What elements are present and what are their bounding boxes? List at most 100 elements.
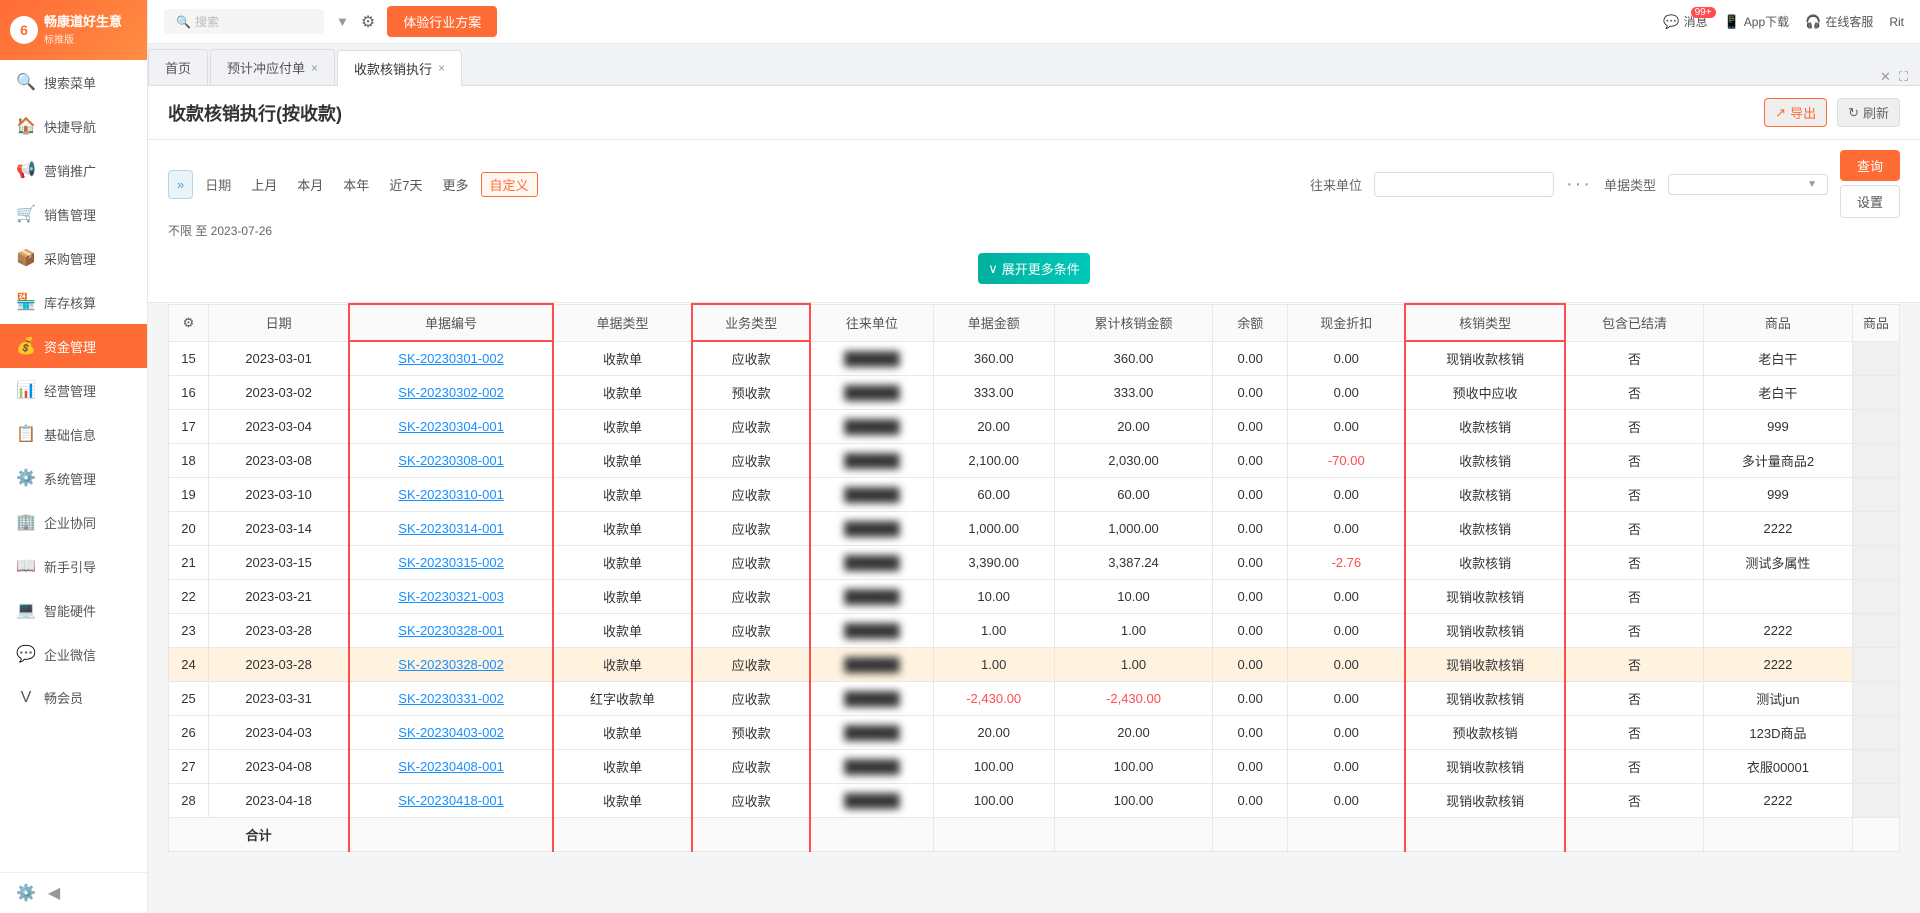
sidebar-icon-hardware: 💻 bbox=[16, 600, 36, 620]
partner-input[interactable] bbox=[1374, 172, 1554, 197]
tab-close-1[interactable]: × bbox=[311, 61, 318, 75]
cell-verify-type: 现销收款核销 bbox=[1405, 614, 1565, 648]
filter-area: » 日期 上月 本月 本年 近7天 更多 自定义 往来单位 ··· 单据类型 ▼ bbox=[148, 140, 1920, 303]
date-btn-this-month[interactable]: 本月 bbox=[289, 173, 331, 196]
gear-icon[interactable]: ⚙ bbox=[361, 12, 375, 32]
page-title: 收款核销执行(按收款) bbox=[168, 100, 342, 126]
doc-no-link[interactable]: SK-20230418-001 bbox=[398, 793, 504, 808]
cell-balance: 0.00 bbox=[1213, 546, 1288, 580]
industry-btn[interactable]: 体验行业方案 bbox=[387, 6, 497, 37]
export-button[interactable]: ↗ 导出 bbox=[1764, 98, 1827, 127]
cell-cum-amount: 1.00 bbox=[1054, 614, 1212, 648]
date-btn-more[interactable]: 更多 bbox=[435, 173, 477, 196]
sidebar-item-corp[interactable]: 🏢 企业协同 bbox=[0, 500, 147, 544]
sidebar-item-hardware[interactable]: 💻 智能硬件 bbox=[0, 588, 147, 632]
sidebar-item-search[interactable]: 🔍 搜索菜单 bbox=[0, 60, 147, 104]
sidebar-label-corp: 企业协同 bbox=[44, 513, 96, 532]
voucher-type-select[interactable]: ▼ bbox=[1668, 174, 1828, 195]
cell-balance: 0.00 bbox=[1213, 512, 1288, 546]
cell-biz-type: 应收款 bbox=[692, 580, 810, 614]
settings-icon[interactable]: ⚙️ bbox=[16, 883, 36, 903]
cell-doc-no: SK-20230314-001 bbox=[349, 512, 553, 546]
tab-1[interactable]: 预计冲应付单× bbox=[210, 49, 335, 85]
cell-discount: 0.00 bbox=[1288, 376, 1406, 410]
doc-no-link[interactable]: SK-20230314-001 bbox=[398, 521, 504, 536]
sidebar-icon-sales: 🛒 bbox=[16, 204, 36, 224]
cell-balance: 0.00 bbox=[1213, 478, 1288, 512]
sidebar-item-marketing[interactable]: 📢 营销推广 bbox=[0, 148, 147, 192]
doc-no-link[interactable]: SK-20230310-001 bbox=[398, 487, 504, 502]
query-button[interactable]: 查询 bbox=[1840, 150, 1900, 181]
doc-no-link[interactable]: SK-20230308-001 bbox=[398, 453, 504, 468]
tab-2[interactable]: 收款核销执行× bbox=[337, 50, 462, 86]
column-settings-icon[interactable]: ⚙ bbox=[183, 315, 195, 330]
cell-include-settled: 否 bbox=[1565, 444, 1703, 478]
doc-no-link[interactable]: SK-20230302-002 bbox=[398, 385, 504, 400]
refresh-button[interactable]: ↻ 刷新 bbox=[1837, 98, 1900, 127]
sidebar-item-sales[interactable]: 🛒 销售管理 bbox=[0, 192, 147, 236]
cell-amount: 1,000.00 bbox=[933, 512, 1054, 546]
cell-goods: 2222 bbox=[1703, 784, 1852, 818]
tab-0[interactable]: 首页 bbox=[148, 49, 208, 85]
date-btn-7days[interactable]: 近7天 bbox=[381, 173, 430, 196]
cell-partner: ██████ bbox=[810, 716, 933, 750]
doc-no-link[interactable]: SK-20230321-003 bbox=[398, 589, 504, 604]
filter-action-buttons: 查询 设置 bbox=[1840, 150, 1900, 218]
cell-goods: 2222 bbox=[1703, 512, 1852, 546]
date-btn-custom[interactable]: 自定义 bbox=[481, 172, 538, 197]
doc-no-link[interactable]: SK-20230304-001 bbox=[398, 419, 504, 434]
expand-icon[interactable]: ⛶ bbox=[1899, 69, 1908, 85]
message-badge[interactable]: 💬 消息 99+ bbox=[1663, 13, 1707, 30]
tab-close-2[interactable]: × bbox=[438, 61, 445, 75]
collapse-icon[interactable]: ◀ bbox=[48, 883, 60, 903]
cell-doc-no: SK-20230302-002 bbox=[349, 376, 553, 410]
topbar-search[interactable]: 🔍 搜索 bbox=[164, 9, 324, 34]
app-download[interactable]: 📱 App下载 bbox=[1724, 13, 1790, 30]
table-row: 26 2023-04-03 SK-20230403-002 收款单 预收款 ██… bbox=[169, 716, 1900, 750]
user-avatar[interactable]: Rit bbox=[1889, 15, 1904, 29]
close-icon[interactable]: ✕ bbox=[1880, 69, 1891, 85]
online-service[interactable]: 🎧 在线客服 bbox=[1805, 13, 1873, 30]
doc-no-link[interactable]: SK-20230331-002 bbox=[398, 691, 504, 706]
date-btn-last-month[interactable]: 上月 bbox=[243, 173, 285, 196]
doc-no-link[interactable]: SK-20230328-001 bbox=[398, 623, 504, 638]
sidebar-item-operation[interactable]: 📊 经营管理 bbox=[0, 368, 147, 412]
cell-goods-img bbox=[1852, 614, 1899, 648]
sidebar-item-finance[interactable]: 💰 资金管理 bbox=[0, 324, 147, 368]
doc-no-link[interactable]: SK-20230403-002 bbox=[398, 725, 504, 740]
doc-no-link[interactable]: SK-20230328-002 bbox=[398, 657, 504, 672]
cell-goods: 衣服00001 bbox=[1703, 750, 1852, 784]
dropdown-icon[interactable]: ▼ bbox=[336, 14, 349, 29]
th-amount: 单据金额 bbox=[933, 304, 1054, 341]
sidebar-item-purchase[interactable]: 📦 采购管理 bbox=[0, 236, 147, 280]
doc-no-link[interactable]: SK-20230408-001 bbox=[398, 759, 504, 774]
table-row: 22 2023-03-21 SK-20230321-003 收款单 应收款 ██… bbox=[169, 580, 1900, 614]
date-btn-this-year[interactable]: 本年 bbox=[335, 173, 377, 196]
filter-collapse-btn[interactable]: » bbox=[168, 170, 193, 199]
cell-biz-type: 应收款 bbox=[692, 614, 810, 648]
th-doc-type: 单据类型 bbox=[553, 304, 692, 341]
sidebar-item-inventory[interactable]: 🏪 库存核算 bbox=[0, 280, 147, 324]
cell-discount: 0.00 bbox=[1288, 750, 1406, 784]
doc-no-link[interactable]: SK-20230301-002 bbox=[398, 351, 504, 366]
cell-partner: ██████ bbox=[810, 682, 933, 716]
th-biz-type: 业务类型 bbox=[692, 304, 810, 341]
cell-verify-type: 收款核销 bbox=[1405, 410, 1565, 444]
cell-goods-img bbox=[1852, 478, 1899, 512]
cell-verify-type: 现销收款核销 bbox=[1405, 341, 1565, 376]
th-settings[interactable]: ⚙ bbox=[169, 304, 209, 341]
cell-goods-img bbox=[1852, 444, 1899, 478]
table-area[interactable]: ⚙ 日期 单据编号 单据类型 业务类型 往来单位 单据金额 累计核销金额 余额 … bbox=[148, 303, 1920, 913]
filter-settings-button[interactable]: 设置 bbox=[1840, 185, 1900, 218]
expand-conditions-btn[interactable]: ∨ 展开更多条件 bbox=[978, 253, 1090, 284]
sidebar-item-member[interactable]: V 畅会员 bbox=[0, 676, 147, 719]
cell-doc-no: SK-20230321-003 bbox=[349, 580, 553, 614]
sidebar-item-quick[interactable]: 🏠 快捷导航 bbox=[0, 104, 147, 148]
sidebar-item-basic[interactable]: 📋 基础信息 bbox=[0, 412, 147, 456]
main-area: 🔍 搜索 ▼ ⚙ 体验行业方案 💬 消息 99+ 📱 App下载 🎧 在线客服 … bbox=[148, 0, 1920, 913]
sidebar-item-wechat[interactable]: 💬 企业微信 bbox=[0, 632, 147, 676]
sidebar-icon-basic: 📋 bbox=[16, 424, 36, 444]
sidebar-item-guide[interactable]: 📖 新手引导 bbox=[0, 544, 147, 588]
doc-no-link[interactable]: SK-20230315-002 bbox=[398, 555, 504, 570]
sidebar-item-system[interactable]: ⚙️ 系统管理 bbox=[0, 456, 147, 500]
